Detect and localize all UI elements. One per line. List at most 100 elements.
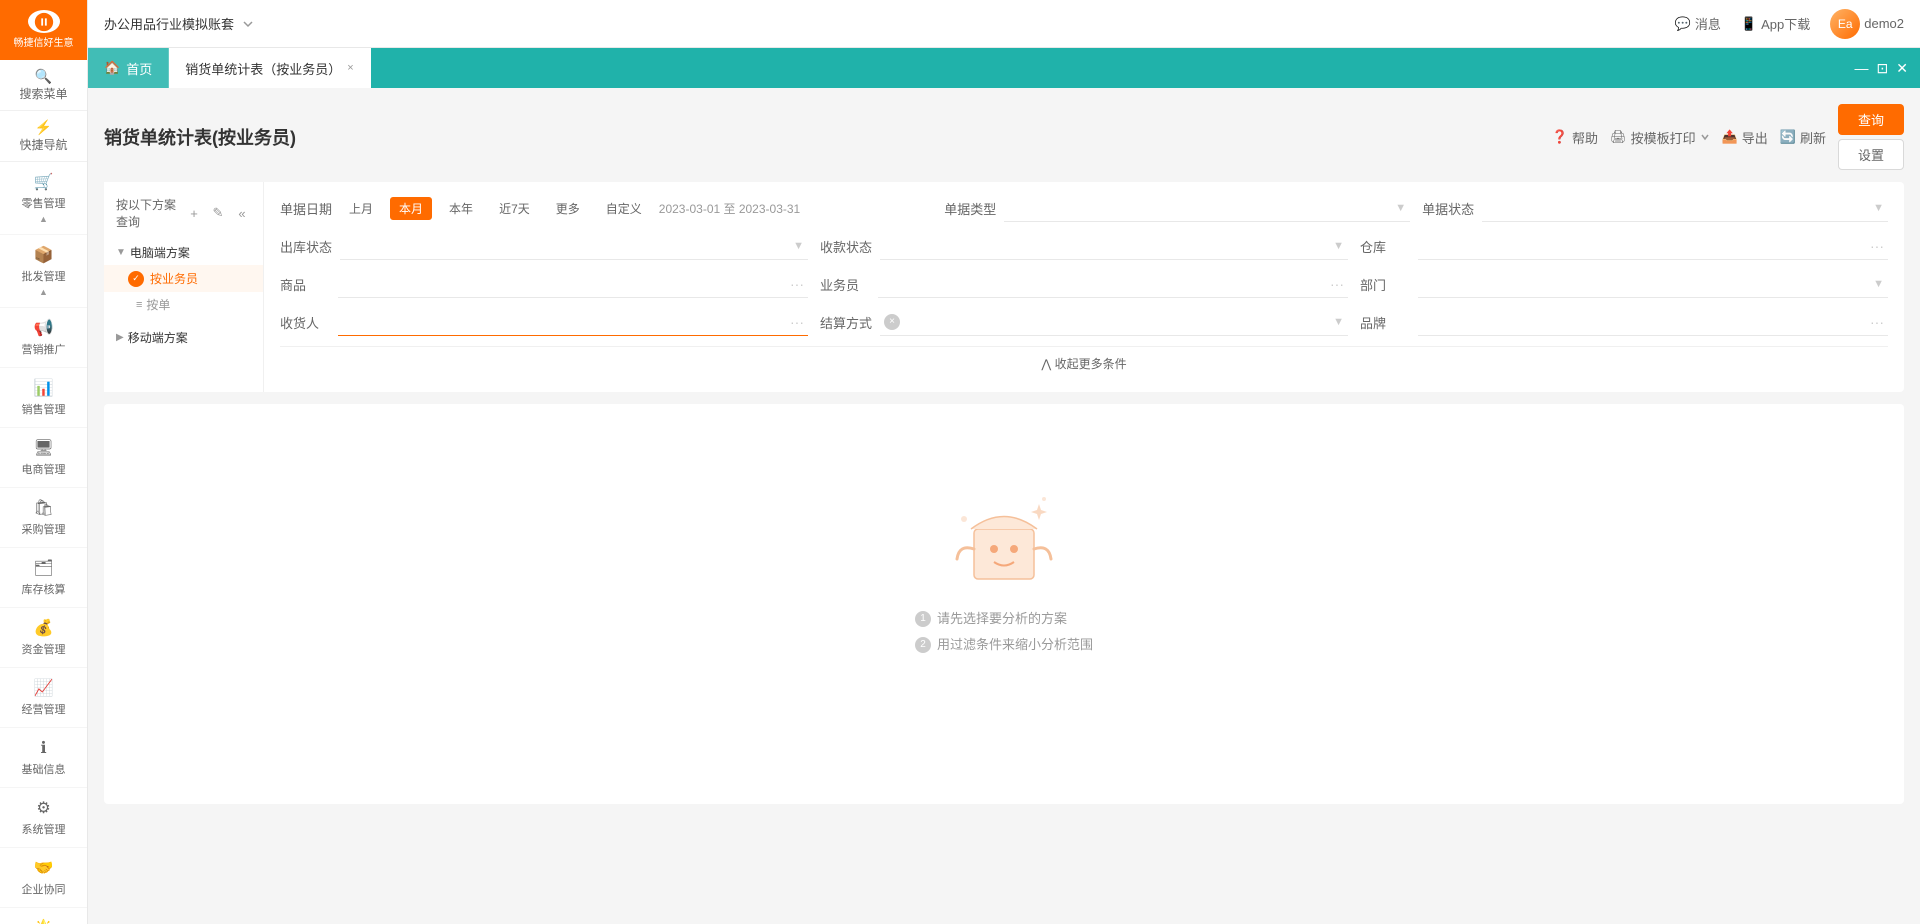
date-recent7-btn[interactable]: 近7天 — [490, 197, 539, 220]
tab-home-label: 首页 — [126, 59, 152, 78]
scheme-item-salesman-label: 按业务员 — [150, 270, 198, 287]
page-title: 销货单统计表(按业务员) — [104, 124, 296, 150]
breadcrumb-dropdown[interactable] — [242, 18, 254, 30]
tab-active-label: 销货单统计表（按业务员） — [185, 59, 341, 78]
avatar: Ea — [1830, 9, 1860, 39]
filter-field-payment: 结算方式 × ▼ — [820, 308, 1348, 336]
dept-select[interactable]: ▼ — [1418, 270, 1888, 298]
app-download-button[interactable]: 📱 App下载 — [1741, 14, 1810, 33]
print-button[interactable]: 🖨 按模板打印 — [1610, 128, 1710, 147]
date-custom-btn[interactable]: 自定义 — [597, 197, 651, 220]
newbie-icon: 🌟 — [34, 918, 54, 924]
docstatus-select[interactable]: ▼ — [1482, 194, 1888, 222]
salesman-input-wrap: ··· — [878, 270, 1348, 298]
doctype-select[interactable]: ▼ — [1004, 194, 1410, 222]
finance-icon: 💰 — [34, 618, 54, 638]
payment-select[interactable]: × ▼ — [880, 308, 1348, 336]
sidebar-item-marketing[interactable]: 📢 营销推广 — [0, 308, 87, 368]
sidebar-item-finance[interactable]: 💰 资金管理 — [0, 608, 87, 668]
filter-field-doctype: 单据类型 ▼ — [944, 194, 1410, 222]
brand-dots-icon[interactable]: ··· — [1870, 314, 1884, 330]
salesman-dots-icon[interactable]: ··· — [1330, 276, 1344, 292]
group-mobile-label: 移动端方案 — [128, 329, 188, 346]
receiver-dots-icon[interactable]: ··· — [790, 314, 804, 330]
group-desktop-label: 电脑端方案 — [130, 244, 190, 261]
wholesale-icon: 📦 — [34, 245, 54, 265]
marketing-label: 营销推广 — [22, 341, 66, 357]
inventory-label: 库存核算 — [22, 581, 66, 597]
tab-home[interactable]: 🏠 首页 — [88, 48, 169, 88]
sidebar-item-operation[interactable]: 📈 经营管理 — [0, 668, 87, 728]
refresh-label: 刷新 — [1800, 128, 1826, 147]
sidebar-item-sales[interactable]: 📊 销售管理 — [0, 368, 87, 428]
filter-field-warehouse: 仓库 ··· — [1360, 232, 1888, 260]
tab-minimize-button[interactable]: — — [1855, 60, 1869, 76]
scheme-item-salesman[interactable]: ✓ 按业务员 — [104, 265, 263, 292]
scheme-collapse-button[interactable]: « — [233, 204, 251, 222]
goods-dots-icon[interactable]: ··· — [790, 276, 804, 292]
message-label: 消息 — [1695, 14, 1721, 33]
finance-label: 资金管理 — [22, 641, 66, 657]
export-button[interactable]: 📤 导出 — [1722, 128, 1768, 147]
scheme-panel: 按以下方案查询 + ✎ « ▼ 电脑端方案 ✓ — [104, 182, 264, 392]
scheme-header: 按以下方案查询 + ✎ « — [104, 190, 263, 236]
receiver-input[interactable] — [342, 314, 786, 329]
settings-button[interactable]: 设置 — [1838, 139, 1904, 170]
outstatus-label: 出库状态 — [280, 237, 332, 256]
date-more-btn[interactable]: 更多 — [547, 197, 589, 220]
scheme-subitem-order[interactable]: ≡ 按单 — [104, 292, 263, 317]
tab-close-button[interactable]: × — [347, 62, 353, 74]
sidebar-item-basic[interactable]: ℹ 基础信息 — [0, 728, 87, 788]
warehouse-dots-icon[interactable]: ··· — [1870, 238, 1884, 254]
sidebar-search[interactable]: 🔍 搜索菜单 — [0, 60, 87, 111]
collapse-conditions-button[interactable]: ⋀ 收起更多条件 — [280, 346, 1888, 380]
sidebar-item-collab[interactable]: 🤝 企业协同 — [0, 848, 87, 908]
scheme-add-button[interactable]: + — [185, 204, 203, 222]
filter-row-2: 出库状态 ▼ 收款状态 ▼ — [280, 232, 1888, 260]
empty-illustration — [949, 484, 1059, 594]
sidebar-item-inventory[interactable]: 🗂 库存核算 — [0, 548, 87, 608]
outstatus-select[interactable]: ▼ — [340, 232, 808, 260]
sidebar-item-purchase[interactable]: 🛍 采购管理 — [0, 488, 87, 548]
warehouse-input[interactable] — [1422, 238, 1866, 253]
date-last-month-btn[interactable]: 上月 — [340, 197, 382, 220]
filter-field-salesman: 业务员 ··· — [820, 270, 1348, 298]
print-icon: 🖨 — [1610, 129, 1627, 145]
subitem-icon: ≡ — [136, 299, 142, 311]
user-profile[interactable]: Ea demo2 — [1830, 9, 1904, 39]
filter-form: 单据日期 上月 本月 本年 近7天 更多 自定义 2023-03-01 至 20… — [264, 182, 1904, 392]
goods-input[interactable] — [342, 276, 786, 291]
scheme-header-icons: + ✎ « — [185, 204, 251, 222]
query-button[interactable]: 查询 — [1838, 104, 1904, 135]
tabbar: 🏠 首页 销货单统计表（按业务员） × — ⊡ ✕ — [88, 48, 1920, 88]
date-this-year-btn[interactable]: 本年 — [440, 197, 482, 220]
sidebar-quick[interactable]: ⚡ 快捷导航 — [0, 111, 87, 162]
recvstatus-select[interactable]: ▼ — [880, 232, 1348, 260]
sidebar-item-newbie[interactable]: 🌟 新手引导 — [0, 908, 87, 924]
refresh-button[interactable]: 🔄 刷新 — [1780, 128, 1826, 147]
salesman-input[interactable] — [882, 276, 1326, 291]
sidebar-item-wholesale[interactable]: 📦 批发管理 ▲ — [0, 235, 87, 308]
tab-maximize-button[interactable]: ⊡ — [1877, 60, 1889, 77]
refresh-icon: 🔄 — [1780, 129, 1796, 145]
sidebar-item-ecommerce[interactable]: 🖥 电商管理 — [0, 428, 87, 488]
sales-label: 销售管理 — [22, 401, 66, 417]
recvstatus-chevron-icon: ▼ — [1333, 240, 1344, 252]
scheme-group-desktop-header[interactable]: ▼ 电脑端方案 — [104, 240, 263, 265]
sidebar-item-retail[interactable]: 🛒 零售管理 ▲ — [0, 162, 87, 235]
scheme-subitem-order-label: 按单 — [146, 296, 170, 313]
tab-sales-stats[interactable]: 销货单统计表（按业务员） × — [169, 48, 370, 88]
message-button[interactable]: 💬 消息 — [1675, 14, 1721, 33]
doctype-label: 单据类型 — [944, 199, 996, 218]
tab-close-window-button[interactable]: ✕ — [1896, 60, 1908, 77]
operation-label: 经营管理 — [22, 701, 66, 717]
scheme-group-mobile-header[interactable]: ▶ 移动端方案 — [104, 325, 263, 350]
help-button[interactable]: ❓ 帮助 — [1552, 128, 1598, 147]
payment-clear-button[interactable]: × — [884, 314, 900, 330]
sidebar-item-system[interactable]: ⚙ 系统管理 — [0, 788, 87, 848]
date-this-month-btn[interactable]: 本月 — [390, 197, 432, 220]
filter-field-dept: 部门 ▼ — [1360, 270, 1888, 298]
scheme-edit-button[interactable]: ✎ — [209, 204, 227, 222]
dept-label: 部门 — [1360, 275, 1410, 294]
brand-input[interactable] — [1422, 314, 1866, 329]
